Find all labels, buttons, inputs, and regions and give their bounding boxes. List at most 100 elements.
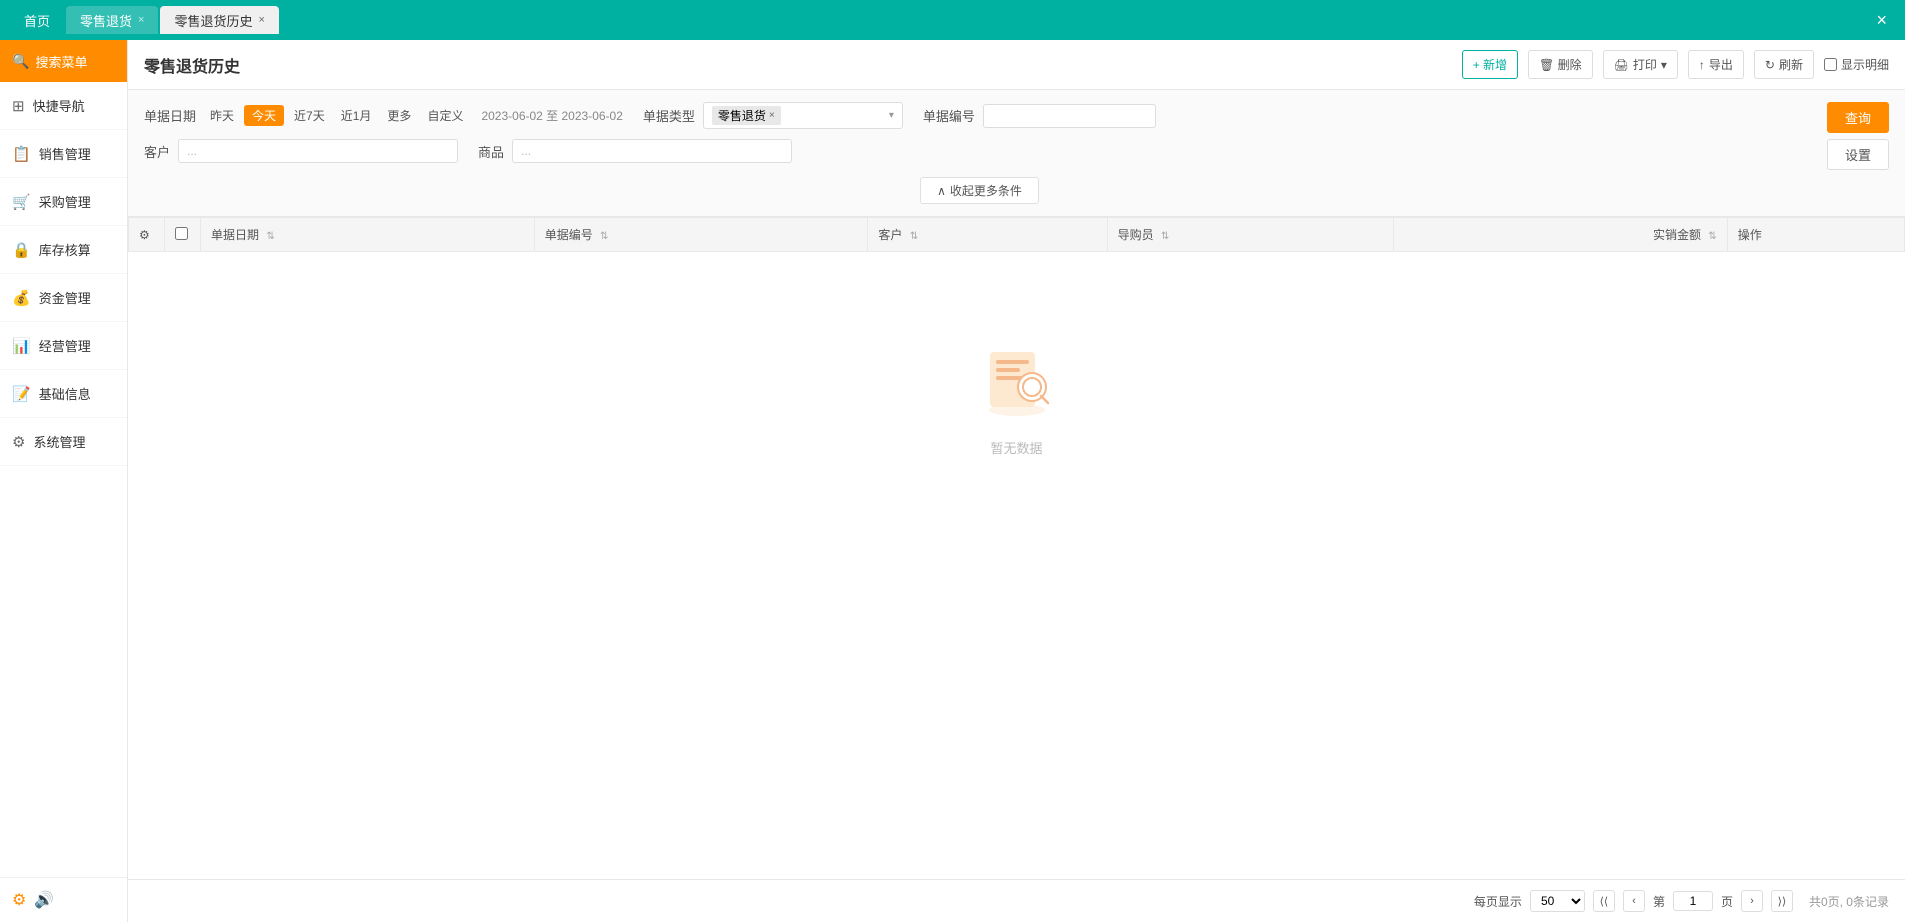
col-actions: 操作 — [1727, 218, 1904, 252]
filter-settings-button[interactable]: 设置 — [1827, 139, 1889, 170]
show-detail-checkbox[interactable]: 显示明细 — [1824, 56, 1889, 73]
sidebar-item-purchase-mgmt-label: 采购管理 — [39, 192, 91, 211]
shortcut-today[interactable]: 今天 — [244, 105, 284, 126]
refresh-button[interactable]: ↻ 刷新 — [1754, 50, 1814, 79]
sidebar-item-basic-info-label: 基础信息 — [39, 384, 91, 403]
col-amount-sort: ⇅ — [1708, 231, 1716, 242]
page-size-select[interactable]: 20 50 100 — [1530, 890, 1585, 912]
page-size-label: 每页显示 — [1474, 893, 1522, 910]
sidebar-item-sales-mgmt-label: 销售管理 — [39, 144, 91, 163]
purchase-mgmt-icon: 🛒 — [12, 193, 31, 211]
page-unit: 页 — [1721, 893, 1733, 910]
print-icon: 🖨 — [1614, 58, 1629, 72]
filter-main: 单据日期 昨天 今天 近7天 近1月 更多 自定义 2023-06-02 至 2… — [144, 102, 1889, 204]
next-page-button[interactable]: › — [1741, 890, 1763, 912]
col-customer[interactable]: 客户 ⇅ — [868, 218, 1107, 252]
sidebar-item-inventory[interactable]: 🔒 库存核算 — [0, 226, 127, 274]
delete-button[interactable]: 🗑 删除 — [1528, 50, 1593, 79]
date-range-display: 2023-06-02 至 2023-06-02 — [481, 107, 622, 124]
sidebar-item-quick-nav[interactable]: ⊞ 快捷导航 — [0, 82, 127, 130]
tab-retail-return-history-close[interactable]: × — [258, 15, 264, 26]
tab-retail-return-history[interactable]: 零售退货历史 × — [160, 6, 278, 34]
prev-page-button[interactable]: ‹ — [1623, 890, 1645, 912]
sidebar-search[interactable]: 🔍 搜索菜单 — [0, 40, 127, 82]
empty-state-row: 暂无数据 — [129, 252, 1905, 538]
content-area: 零售退货历史 + 新增 🗑 删除 🖨 打印 ▾ ↑ 导出 ↻ 刷新 — [128, 40, 1905, 922]
print-arrow: ▾ — [1661, 58, 1667, 72]
sales-mgmt-icon: 📋 — [12, 145, 31, 163]
tab-home[interactable]: 首页 — [10, 6, 64, 34]
first-page-button[interactable]: ⟨⟨ — [1593, 890, 1615, 912]
sidebar-item-sys-mgmt[interactable]: ⚙ 系统管理 — [0, 418, 127, 466]
doc-type-tag-close[interactable]: × — [769, 110, 775, 121]
select-all-checkbox[interactable] — [175, 227, 188, 240]
new-button[interactable]: + 新增 — [1462, 50, 1518, 79]
sidebar-item-quick-nav-label: 快捷导航 — [33, 96, 85, 115]
empty-state: 暂无数据 — [129, 252, 1905, 537]
customer-input[interactable]: ... — [178, 139, 458, 163]
filter-row-1: 单据日期 昨天 今天 近7天 近1月 更多 自定义 2023-06-02 至 2… — [144, 102, 1815, 129]
pagination: 每页显示 20 50 100 ⟨⟨ ‹ 第 页 › ⟩⟩ 共0页, 0条记录 — [128, 879, 1905, 922]
col-guide-sort: ⇅ — [1161, 231, 1169, 242]
sidebar-item-purchase-mgmt[interactable]: 🛒 采购管理 — [0, 178, 127, 226]
tab-retail-return-history-label: 零售退货历史 — [174, 11, 252, 30]
sidebar-item-finance[interactable]: 💰 资金管理 — [0, 274, 127, 322]
doc-type-tag: 零售退货 × — [712, 106, 781, 125]
col-doc-date[interactable]: 单据日期 ⇅ — [201, 218, 535, 252]
customer-placeholder: ... — [187, 144, 197, 158]
col-doc-date-sort: ⇅ — [266, 231, 274, 242]
close-window-button[interactable]: × — [1868, 10, 1895, 31]
tab-retail-return-label: 零售退货 — [80, 11, 132, 30]
sidebar-search-label: 搜索菜单 — [35, 52, 87, 71]
print-button[interactable]: 🖨 打印 ▾ — [1603, 50, 1678, 79]
shortcut-7days[interactable]: 近7天 — [288, 105, 331, 126]
shortcut-1month[interactable]: 近1月 — [335, 105, 378, 126]
show-detail-input[interactable] — [1824, 58, 1837, 71]
sidebar-item-basic-info[interactable]: 📝 基础信息 — [0, 370, 127, 418]
collapse-button[interactable]: ∧ 收起更多条件 — [920, 177, 1039, 204]
col-amount-label: 实销金额 — [1653, 228, 1701, 242]
doc-no-input[interactable] — [983, 104, 1156, 128]
doc-type-dropdown-arrow: ▾ — [889, 110, 894, 121]
table-settings-icon[interactable]: ⚙ — [139, 228, 150, 242]
query-button[interactable]: 查询 — [1827, 102, 1889, 133]
sidebar: 🔍 搜索菜单 ⊞ 快捷导航 📋 销售管理 🛒 采购管理 🔒 库存核算 💰 资金管… — [0, 40, 128, 922]
sidebar-bottom: ⚙ 🔊 — [0, 877, 127, 922]
col-settings[interactable]: ⚙ — [129, 218, 165, 252]
export-button[interactable]: ↑ 导出 — [1688, 50, 1744, 79]
col-doc-no[interactable]: 单据编号 ⇅ — [534, 218, 868, 252]
sidebar-item-operations[interactable]: 📊 经营管理 — [0, 322, 127, 370]
doc-type-label: 单据类型 — [643, 106, 695, 125]
doc-no-filter: 单据编号 — [923, 104, 1156, 128]
show-detail-label: 显示明细 — [1841, 56, 1889, 73]
sidebar-item-operations-label: 经营管理 — [39, 336, 91, 355]
toolbar: + 新增 🗑 删除 🖨 打印 ▾ ↑ 导出 ↻ 刷新 显示明细 — [1462, 50, 1889, 79]
sidebar-item-sales-mgmt[interactable]: 📋 销售管理 — [0, 130, 127, 178]
inventory-icon: 🔒 — [12, 241, 31, 259]
customer-filter: 客户 ... — [144, 139, 458, 163]
operations-icon: 📊 — [12, 337, 31, 355]
sys-mgmt-icon: ⚙ — [12, 433, 25, 451]
print-label: 打印 — [1633, 56, 1657, 73]
goods-input[interactable]: ... — [512, 139, 792, 163]
tab-retail-return-close[interactable]: × — [138, 15, 144, 26]
doc-no-label: 单据编号 — [923, 106, 975, 125]
tab-retail-return[interactable]: 零售退货 × — [66, 6, 158, 34]
shortcut-yesterday[interactable]: 昨天 — [204, 105, 240, 126]
col-amount[interactable]: 实销金额 ⇅ — [1394, 218, 1728, 252]
sidebar-item-sys-mgmt-label: 系统管理 — [33, 432, 85, 451]
sound-icon[interactable]: 🔊 — [34, 890, 54, 910]
shortcut-custom[interactable]: 自定义 — [421, 105, 469, 126]
col-doc-no-label: 单据编号 — [545, 228, 593, 242]
settings-icon[interactable]: ⚙ — [12, 890, 26, 910]
page-input[interactable] — [1673, 891, 1713, 911]
col-guide[interactable]: 导购员 ⇅ — [1107, 218, 1393, 252]
basic-info-icon: 📝 — [12, 385, 31, 403]
date-label: 单据日期 — [144, 106, 196, 125]
doc-type-input[interactable]: 零售退货 × ▾ — [703, 102, 903, 129]
doc-type-filter: 单据类型 零售退货 × ▾ — [643, 102, 903, 129]
filter-left: 单据日期 昨天 今天 近7天 近1月 更多 自定义 2023-06-02 至 2… — [144, 102, 1815, 204]
last-page-button[interactable]: ⟩⟩ — [1771, 890, 1793, 912]
shortcut-more[interactable]: 更多 — [381, 105, 417, 126]
col-checkbox[interactable] — [165, 218, 201, 252]
